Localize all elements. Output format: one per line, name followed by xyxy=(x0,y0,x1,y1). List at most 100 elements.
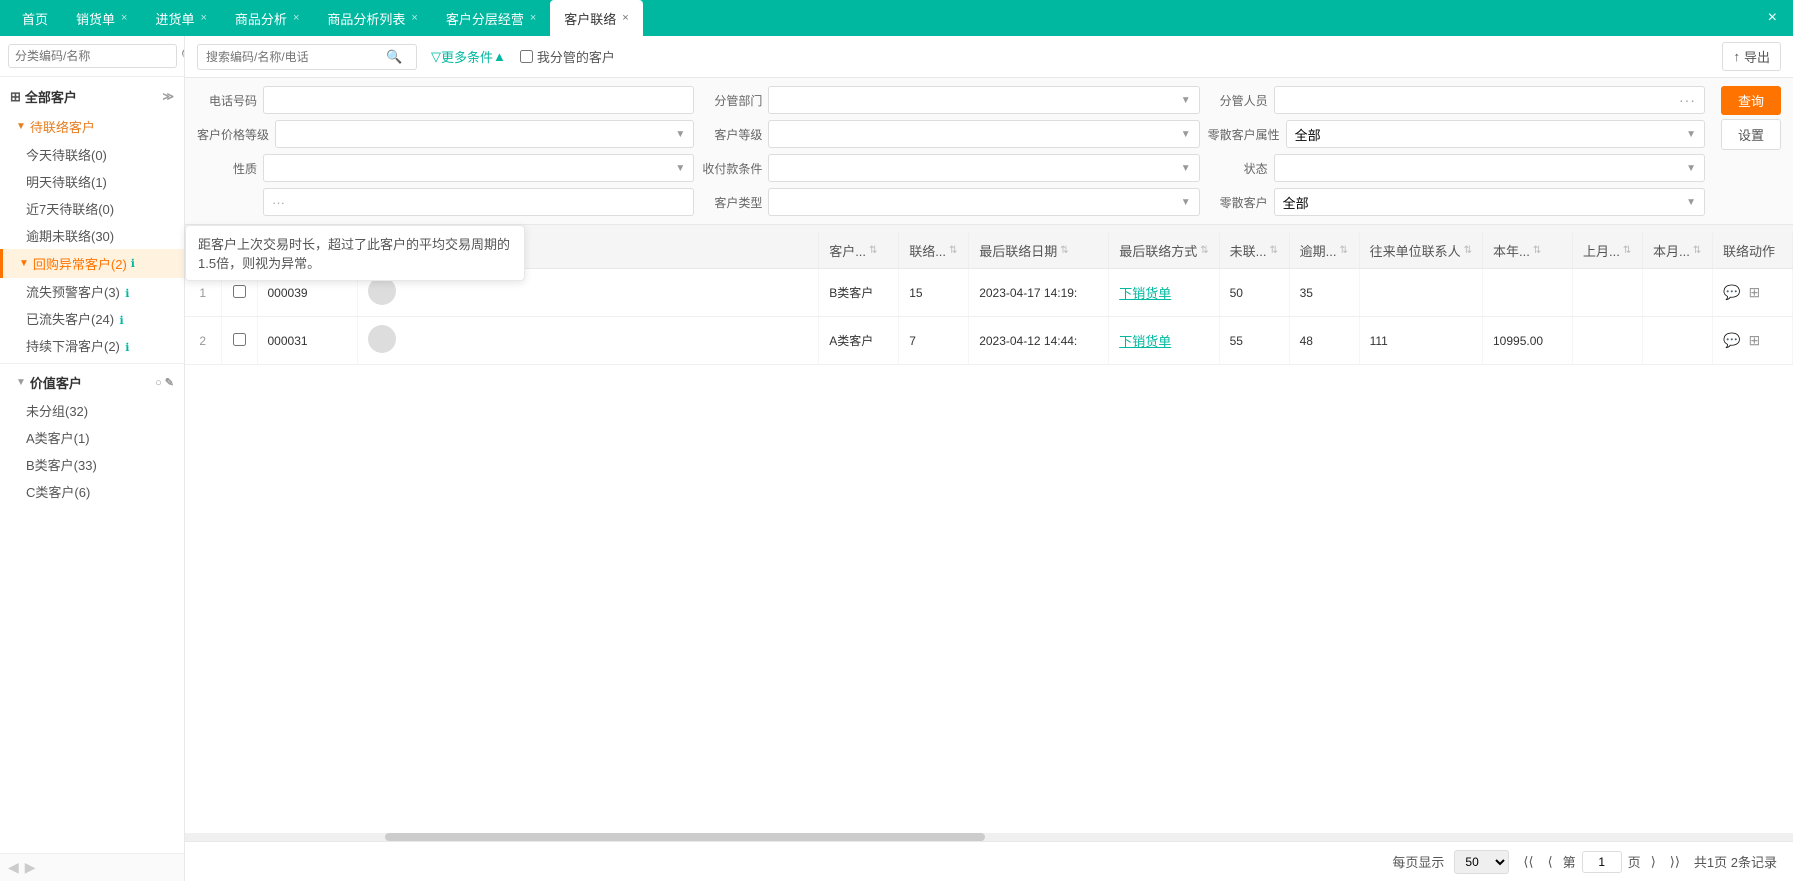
nav-item-purchase[interactable]: 进货单 × xyxy=(141,0,220,36)
row-1-method-link[interactable]: 下销货单 xyxy=(1119,286,1171,301)
my-customers-checkbox[interactable]: 我分管的客户 xyxy=(520,47,615,66)
row-1-select[interactable] xyxy=(233,285,246,298)
row-2-action-chat[interactable]: 💬 xyxy=(1723,332,1740,349)
phone-input[interactable] xyxy=(263,86,694,114)
nature-select[interactable]: ▼ xyxy=(263,154,694,182)
retail-customer-select[interactable]: 全部▼ xyxy=(1274,188,1705,216)
sidebar-group-value[interactable]: ▼ 价值客户 ○ ✎ xyxy=(0,368,184,397)
sidebar-item-ungrouped[interactable]: 未分组(32) xyxy=(0,397,184,424)
scrollbar-thumb[interactable] xyxy=(385,833,985,841)
col-overdue[interactable]: 逾期... ⇅ xyxy=(1289,233,1359,269)
sidebar-item-overdue[interactable]: 逾期未联络(30) xyxy=(0,222,184,249)
group-edit-icons[interactable]: ○ ✎ xyxy=(155,376,174,389)
row-2-method-link[interactable]: 下销货单 xyxy=(1119,334,1171,349)
person-label: 分管人员 xyxy=(1208,92,1268,109)
col-overdue-label: 逾期... xyxy=(1300,241,1337,260)
query-button[interactable]: 查询 xyxy=(1721,86,1781,115)
nav-close-purchase[interactable]: × xyxy=(200,12,206,24)
col-company-contact[interactable]: 往来单位联系人 ⇅ xyxy=(1359,233,1482,269)
nav-close-product-analysis[interactable]: × xyxy=(293,12,299,24)
row-2-last-method[interactable]: 下销货单 xyxy=(1109,317,1219,365)
row-2-select[interactable] xyxy=(233,333,246,346)
sidebar-right-arrow[interactable]: ▶ xyxy=(25,859,36,876)
next-page-btn[interactable]: ⟩ xyxy=(1647,852,1660,872)
sidebar-all-customers[interactable]: ⊞ 全部客户 ≫ xyxy=(0,81,184,112)
sidebar-section-abnormal[interactable]: ▼ 回购异常客户(2) ℹ xyxy=(0,249,184,278)
sidebar-item-b-class[interactable]: B类客户(33) xyxy=(0,451,184,478)
first-page-btn[interactable]: ⟨⟨ xyxy=(1519,852,1537,872)
nav-item-product-analysis[interactable]: 商品分析 × xyxy=(221,0,313,36)
sidebar-search-input[interactable] xyxy=(8,44,177,68)
row-1-action-chat[interactable]: 💬 xyxy=(1723,284,1740,301)
col-uncontacted[interactable]: 未联... ⇅ xyxy=(1219,233,1289,269)
sidebar-item-churned[interactable]: 已流失客户(24) ℹ xyxy=(0,305,184,332)
sidebar-item-a-class[interactable]: A类客户(1) xyxy=(0,424,184,451)
retail-attr-select[interactable]: 全部▼ xyxy=(1286,120,1705,148)
nav-close-customer-contact[interactable]: × xyxy=(622,12,628,24)
col-last-month[interactable]: 上月... ⇅ xyxy=(1573,233,1643,269)
col-this-month[interactable]: 本月... ⇅ xyxy=(1643,233,1713,269)
nav-close-customer-tier[interactable]: × xyxy=(530,12,536,24)
row-1-action-more[interactable]: ⊞ xyxy=(1748,284,1760,301)
sidebar-item-7days[interactable]: 近7天待联络(0) xyxy=(0,195,184,222)
ungrouped-label: 未分组(32) xyxy=(26,404,88,419)
my-customers-check[interactable] xyxy=(520,50,533,63)
nav-item-customer-contact[interactable]: 客户联络 × xyxy=(550,0,642,36)
sidebar-section-pending[interactable]: ▼ 待联络客户 xyxy=(0,112,184,141)
nav-item-product-list[interactable]: 商品分析列表 × xyxy=(313,0,431,36)
sidebar-item-tomorrow[interactable]: 明天待联络(1) xyxy=(0,168,184,195)
export-button[interactable]: ↑ 导出 xyxy=(1722,42,1781,71)
row-2-checkbox[interactable] xyxy=(221,317,257,365)
row-1-actions: 💬 ⊞ xyxy=(1713,269,1793,317)
sidebar-item-c-class[interactable]: C类客户(6) xyxy=(0,478,184,505)
more-conditions-btn[interactable]: ▽ 更多条件 ▲ xyxy=(423,43,514,70)
col-last-date[interactable]: 最后联络日期 ⇅ xyxy=(969,233,1109,269)
price-level-select[interactable]: ▼ xyxy=(275,120,694,148)
horizontal-scrollbar[interactable] xyxy=(185,833,1793,841)
row-1-last-method[interactable]: 下销货单 xyxy=(1109,269,1219,317)
col-uncontacted-sort: ⇅ xyxy=(1269,245,1277,256)
col-contact-count[interactable]: 联络... ⇅ xyxy=(899,233,969,269)
status-select[interactable]: ▼ xyxy=(1274,154,1705,182)
filter-search-input[interactable] xyxy=(206,50,386,64)
last-page-btn[interactable]: ⟩⟩ xyxy=(1666,852,1684,872)
row-2-actions: 💬 ⊞ xyxy=(1713,317,1793,365)
window-close-button[interactable]: × xyxy=(1760,9,1785,27)
phone-label: 电话号码 xyxy=(197,92,257,109)
settings-button[interactable]: 设置 xyxy=(1721,119,1781,150)
col-company-contact-label: 往来单位联系人 xyxy=(1370,241,1461,260)
nav-close-product-list[interactable]: × xyxy=(411,12,417,24)
page-number-input[interactable] xyxy=(1582,851,1622,873)
sidebar-item-declining[interactable]: 持续下滑客户(2) ℹ xyxy=(0,332,184,359)
abnormal-label: 回购异常客户(2) xyxy=(33,254,127,273)
nav-item-sales[interactable]: 销货单 × xyxy=(62,0,141,36)
dept-select[interactable]: ▼ xyxy=(768,86,1199,114)
filter-row-1: 电话号码 分管部门 ▼ 分管人员 ··· xyxy=(197,86,1705,114)
prev-page-btn[interactable]: ⟨ xyxy=(1544,852,1557,872)
sidebar-item-churn-warning[interactable]: 流失预警客户(3) ℹ xyxy=(0,278,184,305)
nav-item-home[interactable]: 首页 xyxy=(8,0,62,36)
filter-search-icon[interactable]: 🔍 xyxy=(386,49,402,65)
col-this-month-sort: ⇅ xyxy=(1693,245,1701,256)
col-this-year[interactable]: 本年... ⇅ xyxy=(1483,233,1573,269)
row-2-avatar xyxy=(368,325,396,353)
sidebar-item-today[interactable]: 今天待联络(0) xyxy=(0,141,184,168)
nav-item-customer-tier[interactable]: 客户分层经营 × xyxy=(432,0,550,36)
today-label: 今天待联络(0) xyxy=(26,148,107,163)
filter-field-price-level: 客户价格等级 ▼ xyxy=(197,120,694,148)
customer-level-select[interactable]: ▼ xyxy=(768,120,1199,148)
sidebar-left-arrow[interactable]: ◀ xyxy=(8,859,19,876)
declining-info: ℹ xyxy=(125,342,129,354)
person-input[interactable]: ··· xyxy=(1274,86,1705,114)
col-last-method[interactable]: 最后联络方式 ⇅ xyxy=(1109,233,1219,269)
col-last-month-label: 上月... xyxy=(1583,241,1620,260)
nav-close-sales[interactable]: × xyxy=(121,12,127,24)
per-page-select[interactable]: 50 20 100 xyxy=(1454,850,1509,874)
dots-input[interactable]: ··· xyxy=(263,188,694,216)
pending-label: 待联络客户 xyxy=(30,117,95,136)
tooltip-text: 距客户上次交易时长，超过了此客户的平均交易周期的1.5倍，则视为异常。 xyxy=(198,237,510,271)
row-2-action-more[interactable]: ⊞ xyxy=(1748,332,1760,349)
col-type[interactable]: 客户... ⇅ xyxy=(819,233,899,269)
payment-select[interactable]: ▼ xyxy=(768,154,1199,182)
customer-type-select[interactable]: ▼ xyxy=(768,188,1199,216)
